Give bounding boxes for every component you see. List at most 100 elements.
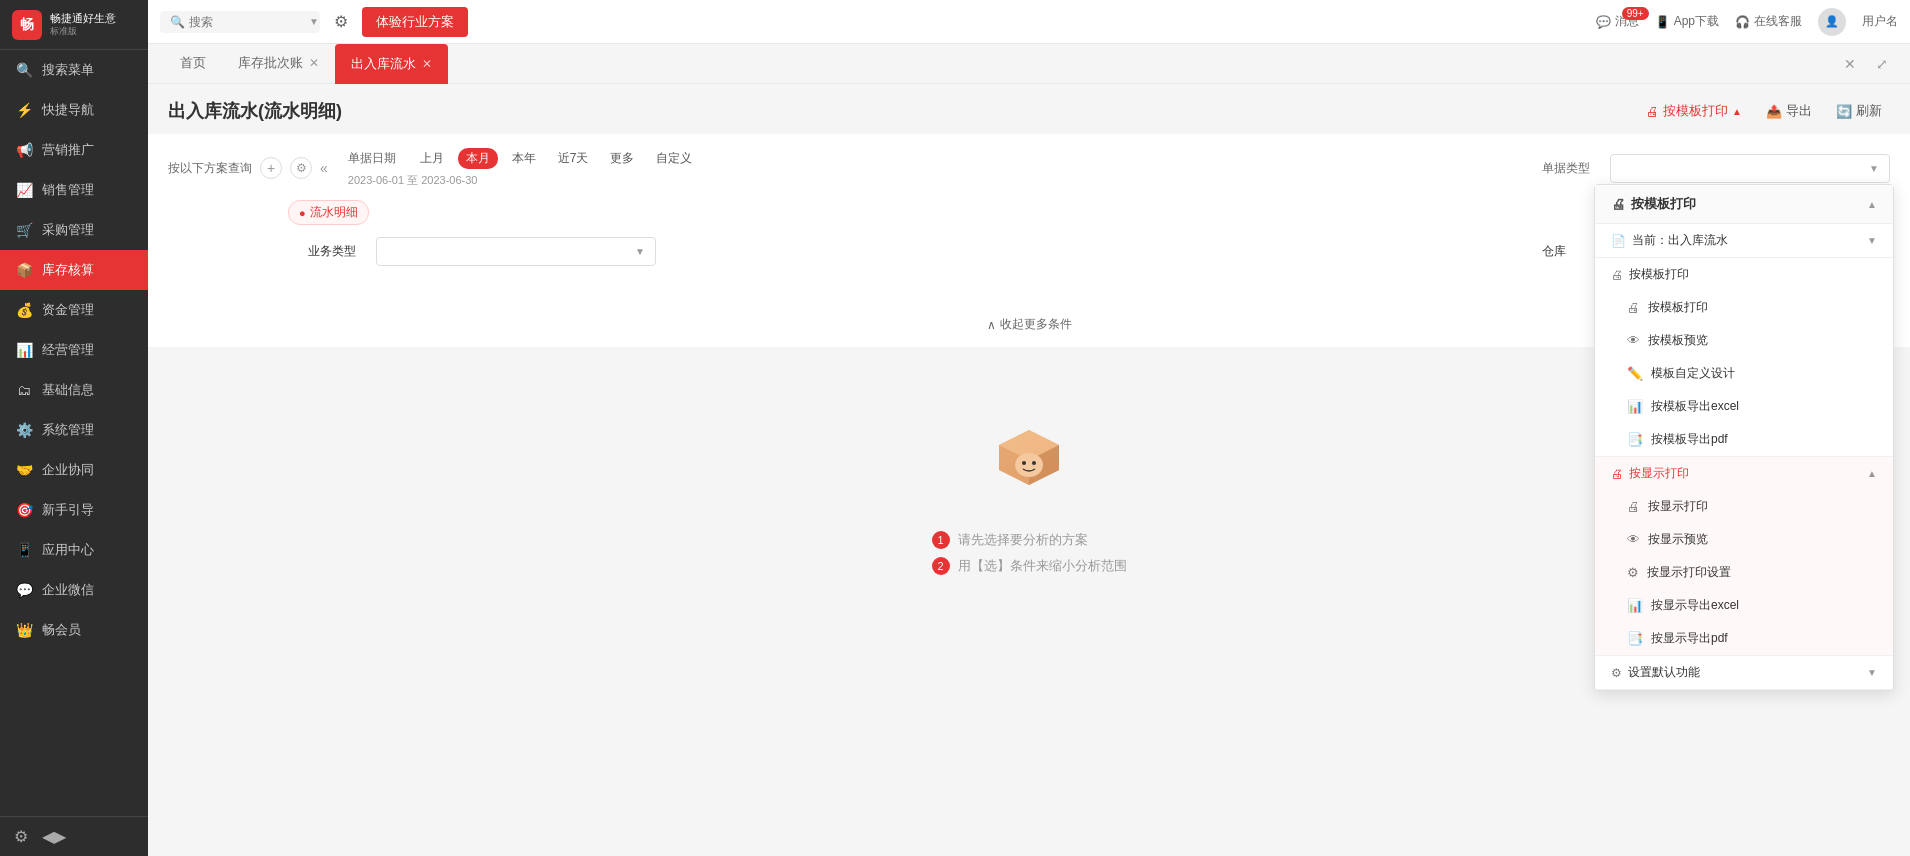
date-btn-last-month[interactable]: 上月: [412, 148, 452, 169]
date-btn-this-month[interactable]: 本月: [458, 148, 498, 169]
search-icon: 🔍: [14, 60, 34, 80]
tab-batch[interactable]: 库存批次账 ✕: [222, 44, 335, 84]
phone-icon: 📱: [1655, 15, 1670, 29]
avatar[interactable]: 👤: [1818, 8, 1846, 36]
display-print-header[interactable]: 🖨 按显示打印 ▲: [1595, 457, 1893, 490]
sidebar-item-finance[interactable]: 💰 资金管理: [0, 290, 148, 330]
sidebar-logo: 畅 畅捷通好生意 标准版: [0, 0, 148, 50]
sidebar-item-inventory[interactable]: 📦 库存核算: [0, 250, 148, 290]
tab-home[interactable]: 首页: [164, 44, 222, 84]
print-dropdown-panel: 🖨 按模板打印 ▲ 📄 当前：出入库流水 ▼: [1594, 184, 1894, 691]
main-content: 🔍 ▼ ⚙ 体验行业方案 💬 消息 99+ 📱 App下载 🎧 在线客服 👤: [148, 0, 1910, 856]
sidebar-item-app-center[interactable]: 📱 应用中心: [0, 530, 148, 570]
chevron-down-icon[interactable]: ▼: [309, 16, 319, 27]
template-pdf-item[interactable]: 📑 按模板导出pdf: [1595, 423, 1893, 456]
default-setting-header[interactable]: ⚙ 设置默认功能 ▼: [1595, 656, 1893, 689]
preview-icon: 👁: [1627, 333, 1640, 348]
default-setting-section: ⚙ 设置默认功能 ▼: [1595, 656, 1893, 690]
sales-icon: 📈: [14, 180, 34, 200]
sidebar-item-search[interactable]: 🔍 搜索菜单: [0, 50, 148, 90]
display-preview-item[interactable]: 👁 按显示预览: [1595, 523, 1893, 556]
display-pdf-item[interactable]: 📑 按显示导出pdf: [1595, 622, 1893, 655]
close-window-icon[interactable]: ✕: [1838, 54, 1862, 74]
date-btn-this-year[interactable]: 本年: [504, 148, 544, 169]
page-content: 出入库流水(流水明细) 🖨 按模板打印 ▲ 📤 导出 🔄 刷新: [148, 84, 1910, 856]
print-icon: 🖨: [1611, 268, 1623, 282]
sidebar-item-quick-nav[interactable]: ⚡ 快捷导航: [0, 90, 148, 130]
collapse-more-btn[interactable]: ∧ 收起更多条件: [987, 316, 1072, 333]
svg-point-5: [1022, 461, 1026, 465]
sidebar-item-wechat[interactable]: 💬 企业微信: [0, 570, 148, 610]
template-excel-item[interactable]: 📊 按模板导出excel: [1595, 390, 1893, 423]
tab-close-batch[interactable]: ✕: [309, 56, 319, 70]
sidebar-item-purchase[interactable]: 🛒 采购管理: [0, 210, 148, 250]
filter-add-btn[interactable]: +: [260, 157, 282, 179]
default-icon: ⚙: [1611, 666, 1622, 680]
industry-btn[interactable]: 体验行业方案: [362, 7, 468, 37]
template-custom-item[interactable]: ✏️ 模板自定义设计: [1595, 357, 1893, 390]
sidebar-item-system[interactable]: ⚙️ 系统管理: [0, 410, 148, 450]
export-icon: 📤: [1766, 104, 1782, 119]
filter-collapse-btn[interactable]: «: [320, 160, 328, 176]
sidebar-item-basic[interactable]: 🗂 基础信息: [0, 370, 148, 410]
date-btn-7days[interactable]: 近7天: [550, 148, 597, 169]
maximize-window-icon[interactable]: ⤢: [1870, 54, 1894, 74]
gear-icon[interactable]: ⚙: [334, 12, 348, 31]
printer-icon: 🖨: [1646, 104, 1659, 119]
current-template-header[interactable]: 📄 当前：出入库流水 ▼: [1595, 224, 1893, 257]
date-btn-custom[interactable]: 自定义: [648, 148, 700, 169]
template-preview-item[interactable]: 👁 按模板预览: [1595, 324, 1893, 357]
search-input[interactable]: [189, 15, 309, 29]
display-print-item[interactable]: 🖨 按显示打印: [1595, 490, 1893, 523]
template-print-item[interactable]: 🖨 按模板打印: [1595, 291, 1893, 324]
chevron-up-icon[interactable]: ▲: [1867, 199, 1877, 210]
customer-service-btn[interactable]: 🎧 在线客服: [1735, 13, 1802, 30]
svg-point-6: [1032, 461, 1036, 465]
app-center-icon: 📱: [14, 540, 34, 560]
chevron-down-icon: ▼: [1867, 235, 1877, 246]
print-template-btn[interactable]: 🖨 按模板打印 ▲: [1638, 98, 1750, 124]
display-print-settings-item[interactable]: ⚙ 按显示打印设置: [1595, 556, 1893, 589]
app-download-btn[interactable]: 📱 App下载: [1655, 13, 1719, 30]
settings-icon[interactable]: ⚙: [14, 827, 28, 846]
export-btn[interactable]: 📤 导出: [1758, 98, 1820, 124]
enterprise-icon: 🤝: [14, 460, 34, 480]
search-icon: 🔍: [170, 15, 185, 29]
basic-icon: 🗂: [14, 380, 34, 400]
collapse-icon[interactable]: ◀▶: [42, 827, 66, 846]
sidebar-item-enterprise[interactable]: 🤝 企业协同: [0, 450, 148, 490]
display-excel-item[interactable]: 📊 按显示导出excel: [1595, 589, 1893, 622]
display-print-icon: 🖨: [1611, 467, 1623, 481]
topbar-right: 💬 消息 99+ 📱 App下载 🎧 在线客服 👤 用户名: [1596, 8, 1898, 36]
chevron-up-icon: ∧: [987, 318, 996, 332]
inventory-icon: 📦: [14, 260, 34, 280]
doc-type-select[interactable]: ▼: [1610, 154, 1890, 183]
template-print-header[interactable]: 🖨 按模板打印: [1595, 258, 1893, 291]
biz-type-select[interactable]: ▼: [376, 237, 656, 266]
print-dropdown-header: 🖨 按模板打印 ▲: [1595, 185, 1893, 224]
sidebar-item-guide[interactable]: 🎯 新手引导: [0, 490, 148, 530]
sidebar-item-member[interactable]: 👑 畅会员: [0, 610, 148, 650]
template-print-section: 🖨 按模板打印 🖨 按模板打印 👁 按模板预览 ✏️ 模板自定义设计: [1595, 258, 1893, 457]
date-filter: 单据日期 上月 本月 本年 近7天 更多 自定义 2023-06-01 至 20…: [348, 148, 701, 188]
print-item-icon: 🖨: [1627, 300, 1640, 315]
sidebar-item-marketing[interactable]: 📢 营销推广: [0, 130, 148, 170]
refresh-btn[interactable]: 🔄 刷新: [1828, 98, 1890, 124]
logo-icon: 畅: [12, 10, 42, 40]
date-label-row: 单据日期 上月 本月 本年 近7天 更多 自定义: [348, 148, 701, 169]
filter-controls: 按以下方案查询 + ⚙ «: [168, 157, 328, 179]
page-header: 出入库流水(流水明细) 🖨 按模板打印 ▲ 📤 导出 🔄 刷新: [148, 84, 1910, 134]
tab-close-flow[interactable]: ✕: [422, 57, 432, 71]
filter-date-section: 单据日期 上月 本月 本年 近7天 更多 自定义 2023-06-01 至 20…: [348, 148, 1522, 188]
message-btn[interactable]: 💬 消息 99+: [1596, 13, 1639, 30]
template-icon: 📄: [1611, 234, 1626, 248]
wechat-icon: 💬: [14, 580, 34, 600]
headset-icon: 🎧: [1735, 15, 1750, 29]
sidebar-item-operation[interactable]: 📊 经营管理: [0, 330, 148, 370]
filter-settings-btn[interactable]: ⚙: [290, 157, 312, 179]
tab-flow[interactable]: 出入库流水 ✕: [335, 44, 448, 84]
date-btn-more[interactable]: 更多: [602, 148, 642, 169]
search-box[interactable]: 🔍 ▼: [160, 11, 320, 33]
filter-tag-flow[interactable]: ● 流水明细: [288, 200, 369, 225]
sidebar-item-sales[interactable]: 📈 销售管理: [0, 170, 148, 210]
